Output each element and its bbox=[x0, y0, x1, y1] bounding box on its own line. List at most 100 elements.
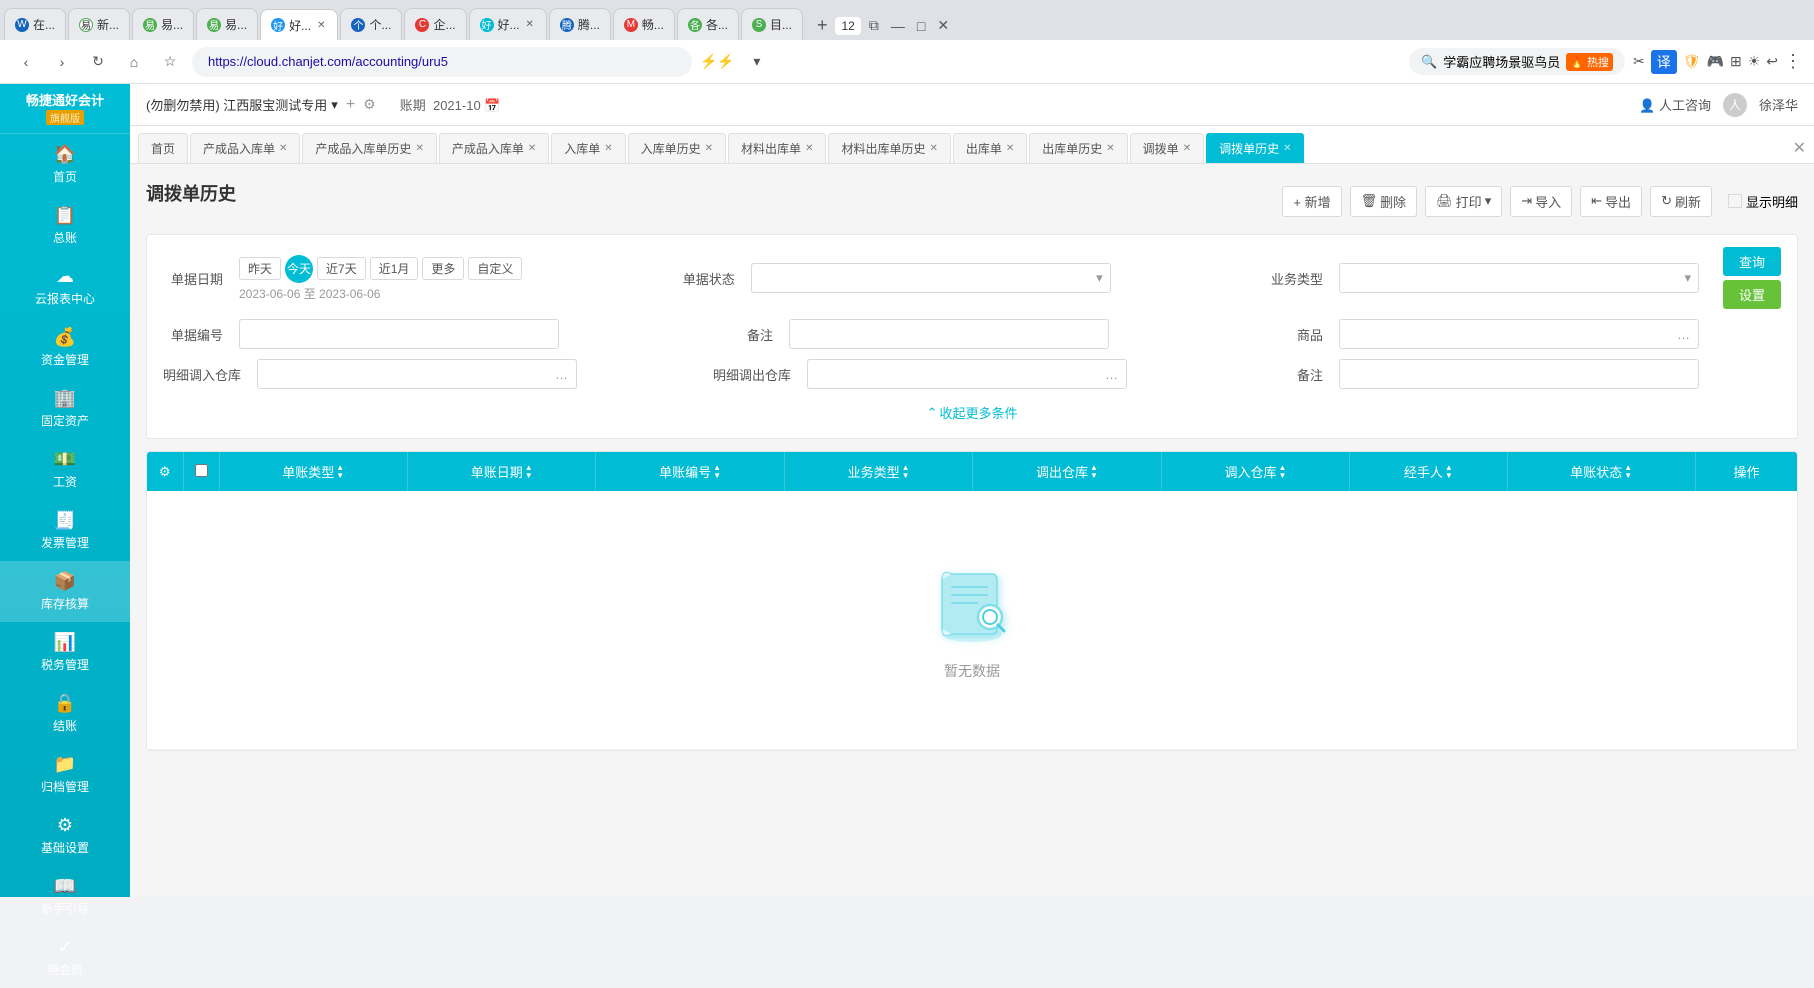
th-biz-type[interactable]: 业务类型 ▲▼ bbox=[784, 452, 972, 491]
url-bar[interactable] bbox=[192, 47, 692, 77]
status-select[interactable] bbox=[751, 263, 1111, 293]
game-icon[interactable]: 🎮 bbox=[1707, 53, 1724, 70]
th-doc-type[interactable]: 单账类型 ▲▼ bbox=[219, 452, 407, 491]
company-selector[interactable]: (勿删勿禁用) 江西服宝测试专用 ▾ bbox=[146, 95, 338, 114]
date-btn-more[interactable]: 更多 bbox=[422, 257, 464, 280]
page-tab-inbound1[interactable]: 产成品入库单 ✕ bbox=[190, 133, 300, 163]
date-btn-7days[interactable]: 近7天 bbox=[317, 257, 366, 280]
close-all-tabs-button[interactable]: ✕ bbox=[1785, 133, 1814, 163]
sidebar-item-payroll[interactable]: 💵 工资 bbox=[0, 439, 130, 500]
page-tab-inbound-hist[interactable]: 产成品入库单历史 ✕ bbox=[302, 133, 436, 163]
sidebar-item-ledger[interactable]: 📋 总账 bbox=[0, 195, 130, 256]
settings-gear-icon[interactable]: ⚙ bbox=[363, 96, 376, 113]
page-tab-issue-hist[interactable]: 材料出库单历史 ✕ bbox=[828, 133, 950, 163]
tab-close-5[interactable]: ✕ bbox=[315, 19, 327, 32]
select-all-checkbox[interactable] bbox=[195, 464, 208, 477]
tab-close-outbound[interactable]: ✕ bbox=[1006, 143, 1014, 154]
tab-close-8[interactable]: ✕ bbox=[524, 18, 536, 31]
note-input[interactable] bbox=[1339, 359, 1699, 389]
theme-icon[interactable]: ☀ bbox=[1748, 53, 1761, 70]
minimize-icon[interactable]: — bbox=[887, 18, 909, 34]
maximize-icon[interactable]: □ bbox=[913, 18, 929, 34]
page-tab-transfer[interactable]: 调拨单 ✕ bbox=[1130, 133, 1204, 163]
back-button[interactable]: ‹ bbox=[12, 48, 40, 76]
page-tab-outbound[interactable]: 出库单 ✕ bbox=[953, 133, 1027, 163]
add-company-icon[interactable]: + bbox=[346, 96, 355, 114]
print-button[interactable]: 🖨 打印 ▾ bbox=[1425, 186, 1502, 217]
consult-link[interactable]: 👤 人工咨询 bbox=[1639, 95, 1711, 114]
search-bar[interactable]: 🔍 学霸应聘场景驱鸟员 🔥 热搜 bbox=[1409, 48, 1625, 75]
tab-close-receipt-hist[interactable]: ✕ bbox=[705, 143, 713, 154]
filter-settings-button[interactable]: 设置 bbox=[1723, 280, 1781, 309]
tab-close-inbound2[interactable]: ✕ bbox=[528, 143, 536, 154]
remark-input[interactable] bbox=[789, 319, 1109, 349]
browser-tab-10[interactable]: M 畅... bbox=[613, 8, 675, 40]
date-btn-yesterday[interactable]: 昨天 bbox=[239, 257, 281, 280]
tab-close-inbound-hist[interactable]: ✕ bbox=[415, 143, 423, 154]
tab-close-issue[interactable]: ✕ bbox=[805, 143, 813, 154]
new-button[interactable]: + 新增 bbox=[1282, 186, 1341, 217]
browser-tab-11[interactable]: 各 各... bbox=[677, 8, 739, 40]
sidebar-item-tax[interactable]: 📊 税务管理 bbox=[0, 622, 130, 683]
apps-icon[interactable]: ⊞ bbox=[1730, 53, 1742, 70]
sidebar-item-inventory[interactable]: 📦 库存核算 bbox=[0, 561, 130, 622]
th-doc-no[interactable]: 单账编号 ▲▼ bbox=[596, 452, 784, 491]
th-out-warehouse[interactable]: 调出仓库 ▲▼ bbox=[973, 452, 1161, 491]
refresh-button-toolbar[interactable]: ↻ 刷新 bbox=[1650, 186, 1712, 217]
display-checkbox[interactable] bbox=[1728, 194, 1742, 208]
sidebar-item-funds[interactable]: 💰 资金管理 bbox=[0, 317, 130, 378]
browser-tab-8[interactable]: 好 好... ✕ bbox=[469, 8, 547, 40]
date-btn-today[interactable]: 今天 bbox=[285, 255, 313, 283]
page-tab-issue[interactable]: 材料出库单 ✕ bbox=[728, 133, 826, 163]
table-settings-icon[interactable]: ⚙ bbox=[159, 464, 171, 479]
sidebar-item-assets[interactable]: 🏢 固定资产 bbox=[0, 378, 130, 439]
sidebar-item-closing[interactable]: 🔒 结账 bbox=[0, 683, 130, 744]
sidebar-item-settings[interactable]: ⚙ 基础设置 bbox=[0, 805, 130, 866]
query-button[interactable]: 查询 bbox=[1723, 247, 1781, 276]
th-doc-date[interactable]: 单账日期 ▲▼ bbox=[407, 452, 595, 491]
sidebar-item-archive[interactable]: 📁 归档管理 bbox=[0, 744, 130, 805]
more-icon[interactable]: ⋮ bbox=[1784, 51, 1802, 72]
browser-tab-9[interactable]: 腾 腾... bbox=[549, 8, 611, 40]
th-settings[interactable]: ⚙ bbox=[147, 452, 183, 491]
sidebar-item-home[interactable]: 🏠 首页 bbox=[0, 134, 130, 195]
refresh-button[interactable]: ↻ bbox=[84, 48, 112, 76]
tab-close-transfer-hist[interactable]: ✕ bbox=[1283, 143, 1291, 154]
browser-tab-1[interactable]: W 在... bbox=[4, 8, 66, 40]
date-btn-month[interactable]: 近1月 bbox=[370, 257, 419, 280]
biz-type-select[interactable] bbox=[1339, 263, 1699, 293]
browser-tab-5[interactable]: 好 好... ✕ bbox=[260, 9, 338, 40]
nav-menu-button[interactable]: ▾ bbox=[743, 48, 771, 76]
page-tab-inbound2[interactable]: 产成品入库单 ✕ bbox=[439, 133, 549, 163]
export-button[interactable]: ⇤ 导出 bbox=[1580, 186, 1642, 217]
browser-tab-2[interactable]: 易 新... bbox=[68, 8, 130, 40]
date-btn-custom[interactable]: 自定义 bbox=[468, 257, 522, 280]
collapse-button[interactable]: ⌃ 收起更多条件 bbox=[163, 399, 1781, 426]
close-icon[interactable]: ✕ bbox=[933, 17, 953, 34]
undo-icon[interactable]: ↩ bbox=[1766, 53, 1778, 70]
out-warehouse-ellipsis[interactable]: … bbox=[1105, 367, 1118, 382]
translate-icon[interactable]: 译 bbox=[1651, 50, 1677, 74]
import-button[interactable]: ⇥ 导入 bbox=[1510, 186, 1572, 217]
browser-tab-7[interactable]: C 企... bbox=[404, 8, 466, 40]
page-tab-receipt-hist[interactable]: 入库单历史 ✕ bbox=[628, 133, 726, 163]
sidebar-item-member[interactable]: ✓ 畅会员 bbox=[0, 927, 130, 988]
forward-button[interactable]: › bbox=[48, 48, 76, 76]
sidebar-item-reports[interactable]: ☁ 云报表中心 bbox=[0, 256, 130, 317]
page-tab-home[interactable]: 首页 bbox=[138, 133, 188, 163]
scissors-icon[interactable]: ✂ bbox=[1633, 53, 1645, 70]
tab-close-issue-hist[interactable]: ✕ bbox=[929, 143, 937, 154]
tab-close-inbound1[interactable]: ✕ bbox=[279, 143, 287, 154]
th-in-warehouse[interactable]: 调入仓库 ▲▼ bbox=[1161, 452, 1349, 491]
tab-close-outbound-hist[interactable]: ✕ bbox=[1106, 143, 1114, 154]
tab-close-transfer[interactable]: ✕ bbox=[1183, 143, 1191, 154]
window-icon[interactable]: ⧉ bbox=[865, 17, 883, 34]
th-status[interactable]: 单账状态 ▲▼ bbox=[1507, 452, 1695, 491]
avatar[interactable]: 人 bbox=[1723, 93, 1747, 117]
home-button[interactable]: ⌂ bbox=[120, 48, 148, 76]
page-tab-receipt[interactable]: 入库单 ✕ bbox=[551, 133, 625, 163]
th-checkbox[interactable] bbox=[183, 452, 219, 491]
in-warehouse-ellipsis[interactable]: … bbox=[555, 367, 568, 382]
page-tab-transfer-hist[interactable]: 调拨单历史 ✕ bbox=[1206, 133, 1304, 163]
browser-tab-6[interactable]: 个 个... bbox=[340, 8, 402, 40]
